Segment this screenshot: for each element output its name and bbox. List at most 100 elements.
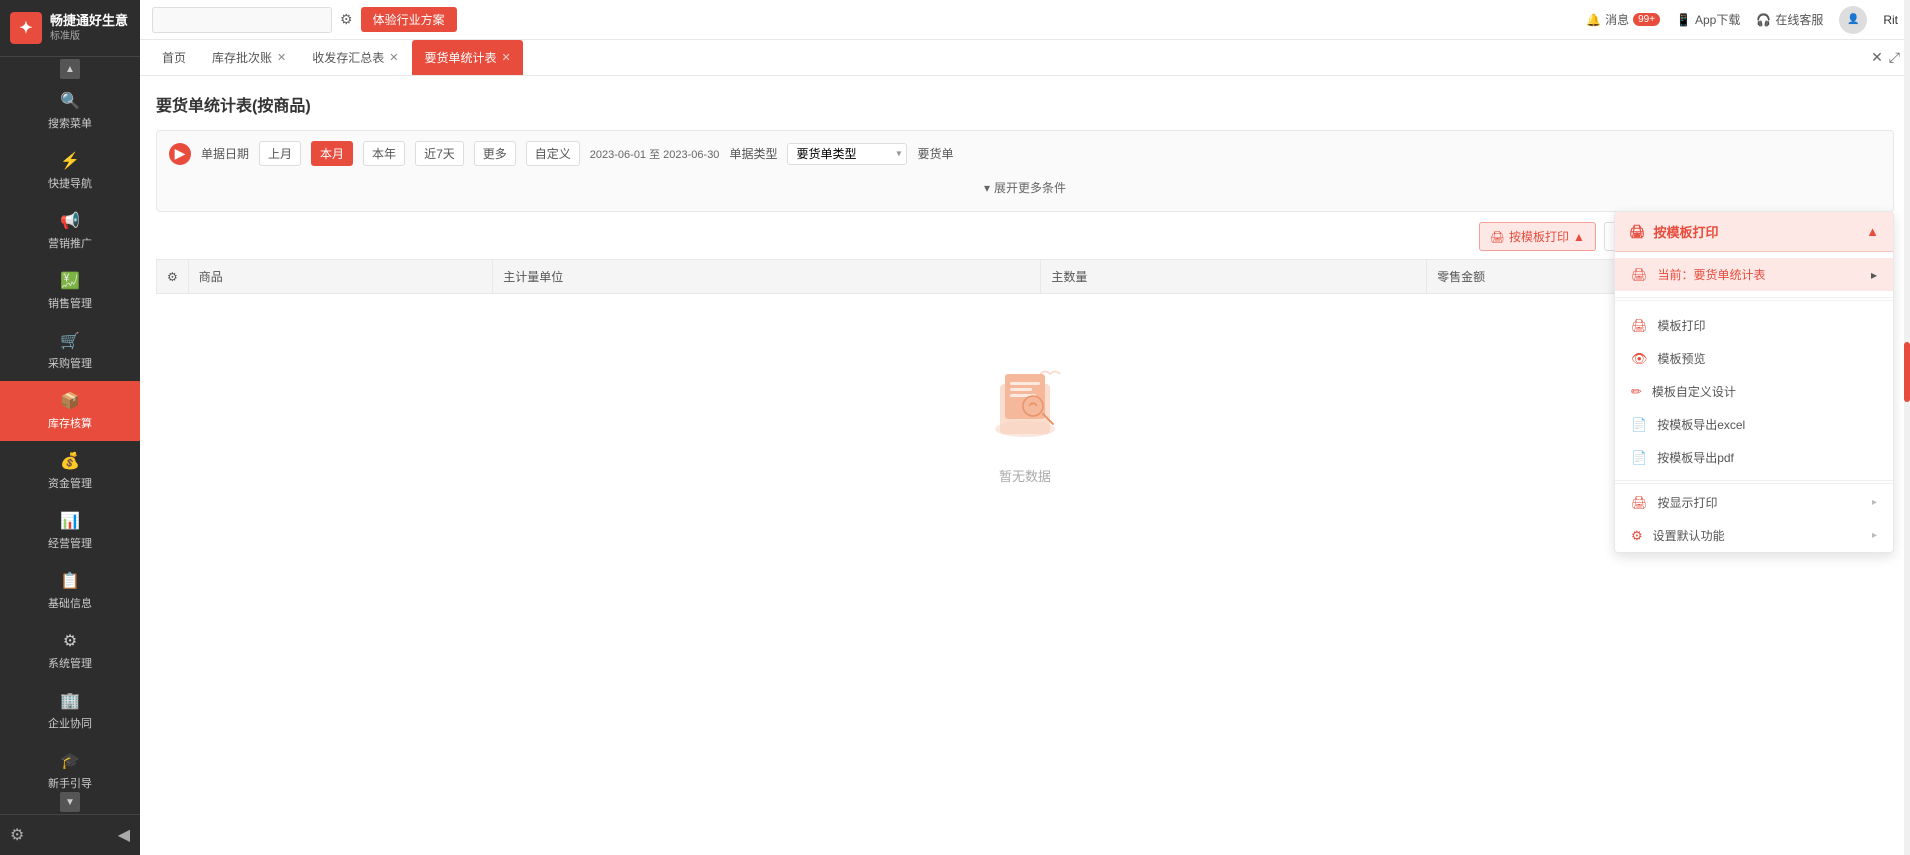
sidebar-item-label-sales: 销售管理 <box>48 295 92 311</box>
global-search-input[interactable] <box>152 7 332 33</box>
online-service-action[interactable]: 🎧 在线客服 <box>1756 11 1823 28</box>
page-title: 要货单统计表(按商品) <box>156 92 1894 116</box>
dropdown-item-current[interactable]: 🖨 当前：要货单统计表 ▸ <box>1615 258 1893 291</box>
avatar[interactable]: 👤 <box>1839 6 1867 34</box>
sidebar-item-inventory[interactable]: 📦 库存核算 <box>0 381 140 441</box>
dropdown-item-template-design[interactable]: ✏ 模板自定义设计 <box>1615 375 1893 408</box>
dropdown-item-template-print[interactable]: 🖨 模板打印 <box>1615 309 1893 342</box>
chevron-right-current-icon: ▸ <box>1871 268 1877 282</box>
template-print-label: 模板打印 <box>1658 317 1877 334</box>
app-version: 标准版 <box>50 30 128 43</box>
dropdown-item-export-excel[interactable]: 📄 按模板导出excel <box>1615 408 1893 441</box>
set-default-label: 设置默认功能 <box>1653 527 1862 544</box>
tab-home[interactable]: 首页 <box>150 40 198 75</box>
guide-nav-icon: 🎓 <box>60 751 80 771</box>
tab-receipt-summary[interactable]: 收发存汇总表 ✕ <box>300 40 410 75</box>
sidebar-item-guide[interactable]: 🎓 新手引导 <box>0 741 140 790</box>
chevron-up-icon: ▲ <box>1573 230 1585 244</box>
dropdown-current-label: 当前：要货单统计表 <box>1658 266 1861 283</box>
template-preview-icon: 👁 <box>1631 351 1648 367</box>
tab-order-stats[interactable]: 要货单统计表 ✕ <box>412 40 522 75</box>
inventory-batch-tab-label: 库存批次账 <box>212 49 272 66</box>
dropdown-item-display-print[interactable]: 🖨 按显示打印 <box>1615 486 1893 519</box>
sidebar-item-finance[interactable]: 💰 资金管理 <box>0 441 140 501</box>
app-download-action[interactable]: 📱 App下载 <box>1676 11 1740 28</box>
sidebar-scroll-up[interactable]: ▲ <box>60 59 80 79</box>
expand-more-button[interactable]: ▾ 展开更多条件 <box>984 174 1066 201</box>
finance-nav-icon: 💰 <box>60 451 80 471</box>
sidebar-item-label-operations: 经营管理 <box>48 535 92 551</box>
window-expand-icon[interactable]: ⤢ <box>1889 49 1900 66</box>
page-content: 要货单统计表(按商品) ▶ 单据日期 上月 本月 本年 近7天 更多 自定义 2… <box>140 76 1910 855</box>
app-logo-icon: ✦ <box>10 12 42 44</box>
filter-row-1: ▶ 单据日期 上月 本月 本年 近7天 更多 自定义 2023-06-01 至 … <box>169 141 1881 166</box>
receipt-summary-tab-label: 收发存汇总表 <box>312 49 384 66</box>
print-template-button[interactable]: 🖨 按模板打印 ▲ <box>1479 222 1596 251</box>
table-col-product: 商品 <box>188 260 493 294</box>
date-btn-custom[interactable]: 自定义 <box>526 141 580 166</box>
sidebar-nav: 🔍 搜索菜单 ⚡ 快捷导航 📢 营销推广 💹 销售管理 🛒 采购管理 📦 库存核… <box>0 81 140 790</box>
sidebar-item-label-shortcuts: 快捷导航 <box>48 175 92 191</box>
date-btn-7days[interactable]: 近7天 <box>415 141 464 166</box>
order-stats-tab-label: 要货单统计表 <box>424 49 496 66</box>
sidebar-item-marketing[interactable]: 📢 营销推广 <box>0 201 140 261</box>
messages-label: 消息 <box>1605 11 1629 28</box>
right-scrollbar[interactable] <box>1904 0 1910 855</box>
trial-industry-button[interactable]: 体验行业方案 <box>361 7 457 32</box>
order-status-label: 要货单 <box>917 145 953 162</box>
home-tab-label: 首页 <box>162 49 186 66</box>
chevron-up-icon-dropdown[interactable]: ▲ <box>1866 224 1879 239</box>
header-actions: 🔔 消息 99+ 📱 App下载 🎧 在线客服 👤 Rit <box>1586 6 1898 34</box>
export-pdf-icon: 📄 <box>1631 450 1647 466</box>
date-btn-current-month[interactable]: 本月 <box>311 141 353 166</box>
chevron-down-icon: ▾ <box>984 181 990 195</box>
main-area: ⚙ 体验行业方案 🔔 消息 99+ 📱 App下载 🎧 在线客服 👤 Rit 首… <box>140 0 1910 855</box>
export-excel-icon: 📄 <box>1631 417 1647 433</box>
sidebar-item-system[interactable]: ⚙ 系统管理 <box>0 621 140 681</box>
print-dropdown-panel: 🖨 按模板打印 ▲ 🖨 当前：要货单统计表 ▸ 🖨 模板打印 <box>1614 211 1894 553</box>
sidebar-collapse-icon[interactable]: ◀ <box>118 825 130 845</box>
expand-more-label: 展开更多条件 <box>994 179 1066 196</box>
messages-action[interactable]: 🔔 消息 99+ <box>1586 11 1660 28</box>
current-item-icon: 🖨 <box>1631 267 1648 283</box>
window-close-icon[interactable]: ✕ <box>1871 49 1883 66</box>
sidebar-item-purchase[interactable]: 🛒 采购管理 <box>0 321 140 381</box>
order-type-select[interactable]: 要货单类型 <box>787 143 907 165</box>
sidebar-logo: ✦ 畅捷通好生意 标准版 <box>0 0 140 57</box>
sidebar-item-search[interactable]: 🔍 搜索菜单 <box>0 81 140 141</box>
table-col-quantity: 主数量 <box>1041 260 1427 294</box>
export-excel-label: 按模板导出excel <box>1657 416 1877 433</box>
printer-icon: 🖨 <box>1490 230 1505 244</box>
sidebar-item-enterprise[interactable]: 🏢 企业协同 <box>0 681 140 741</box>
dropdown-item-export-pdf[interactable]: 📄 按模板导出pdf <box>1615 441 1893 474</box>
tab-close-receipt-summary[interactable]: ✕ <box>389 51 398 64</box>
sidebar-item-sales[interactable]: 💹 销售管理 <box>0 261 140 321</box>
system-nav-icon: ⚙ <box>63 631 77 651</box>
tab-close-order-stats[interactable]: ✕ <box>502 51 511 64</box>
date-btn-prev-month[interactable]: 上月 <box>259 141 301 166</box>
settings-icon[interactable]: ⚙ <box>10 825 24 845</box>
tab-close-inventory-batch[interactable]: ✕ <box>277 51 286 64</box>
enterprise-nav-icon: 🏢 <box>60 691 80 711</box>
dropdown-item-template-preview[interactable]: 👁 模板预览 <box>1615 342 1893 375</box>
sidebar-item-label-guide: 新手引导 <box>48 775 92 790</box>
tab-window-controls: ✕ ⤢ <box>1871 49 1900 66</box>
tab-inventory-batch[interactable]: 库存批次账 ✕ <box>200 40 298 75</box>
sidebar-item-basic[interactable]: 📋 基础信息 <box>0 561 140 621</box>
sidebar-item-label-purchase: 采购管理 <box>48 355 92 371</box>
headset-icon: 🎧 <box>1756 13 1771 27</box>
table-col-settings[interactable]: ⚙ <box>157 260 189 294</box>
date-btn-more[interactable]: 更多 <box>474 141 516 166</box>
sidebar-scroll-down[interactable]: ▼ <box>60 792 80 812</box>
date-btn-current-year[interactable]: 本年 <box>363 141 405 166</box>
sales-nav-icon: 💹 <box>60 271 80 291</box>
dropdown-divider-2 <box>1615 483 1893 484</box>
dropdown-item-set-default[interactable]: ⚙ 设置默认功能 <box>1615 519 1893 552</box>
sidebar-item-shortcuts[interactable]: ⚡ 快捷导航 <box>0 141 140 201</box>
marketing-nav-icon: 📢 <box>60 211 80 231</box>
date-filter-label: 单据日期 <box>201 145 249 162</box>
sidebar-item-operations[interactable]: 📊 经营管理 <box>0 501 140 561</box>
date-range-display: 2023-06-01 至 2023-06-30 <box>590 146 720 162</box>
filter-expand-button[interactable]: ▶ <box>169 143 191 165</box>
header-gear-icon[interactable]: ⚙ <box>340 11 353 28</box>
